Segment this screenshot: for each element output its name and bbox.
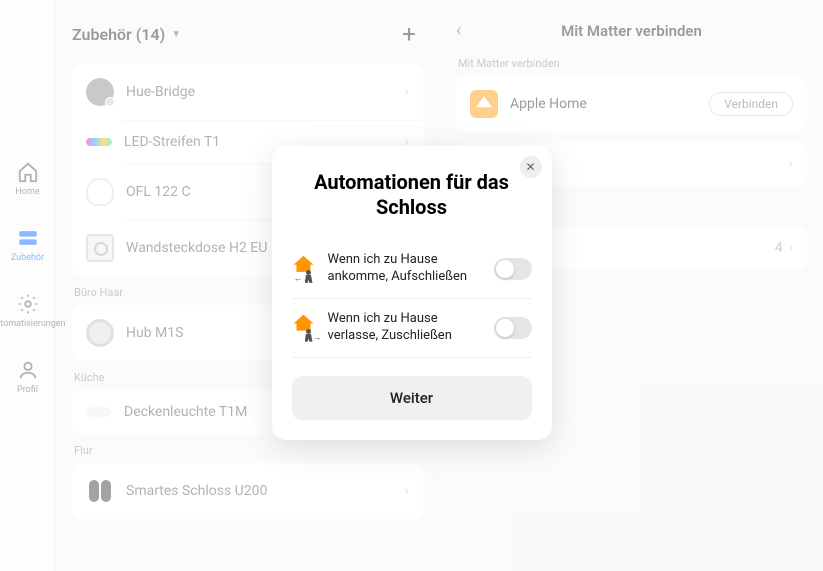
continue-button[interactable]: Weiter [292,376,532,420]
automation-row-leave: → Wenn ich zu Hause verlasse, Zuschließe… [292,299,532,358]
automation-toggle-leave[interactable] [494,317,532,339]
automation-toggle-arrive[interactable] [494,258,532,280]
automation-text: Wenn ich zu Hause verlasse, Zuschließen [328,311,484,345]
close-button[interactable]: ✕ [520,156,542,178]
modal-overlay[interactable]: ✕ Automationen für das Schloss ← Wenn ic… [0,0,823,571]
modal-title: Automationen für das Schloss [292,170,532,220]
automation-row-arrive: ← Wenn ich zu Hause ankomme, Aufschließe… [292,240,532,299]
leave-home-icon: → [292,315,318,341]
close-icon: ✕ [525,160,535,174]
lock-automations-modal: ✕ Automationen für das Schloss ← Wenn ic… [272,146,552,440]
automation-text: Wenn ich zu Hause ankomme, Aufschließen [328,252,484,286]
arrive-home-icon: ← [292,256,318,282]
